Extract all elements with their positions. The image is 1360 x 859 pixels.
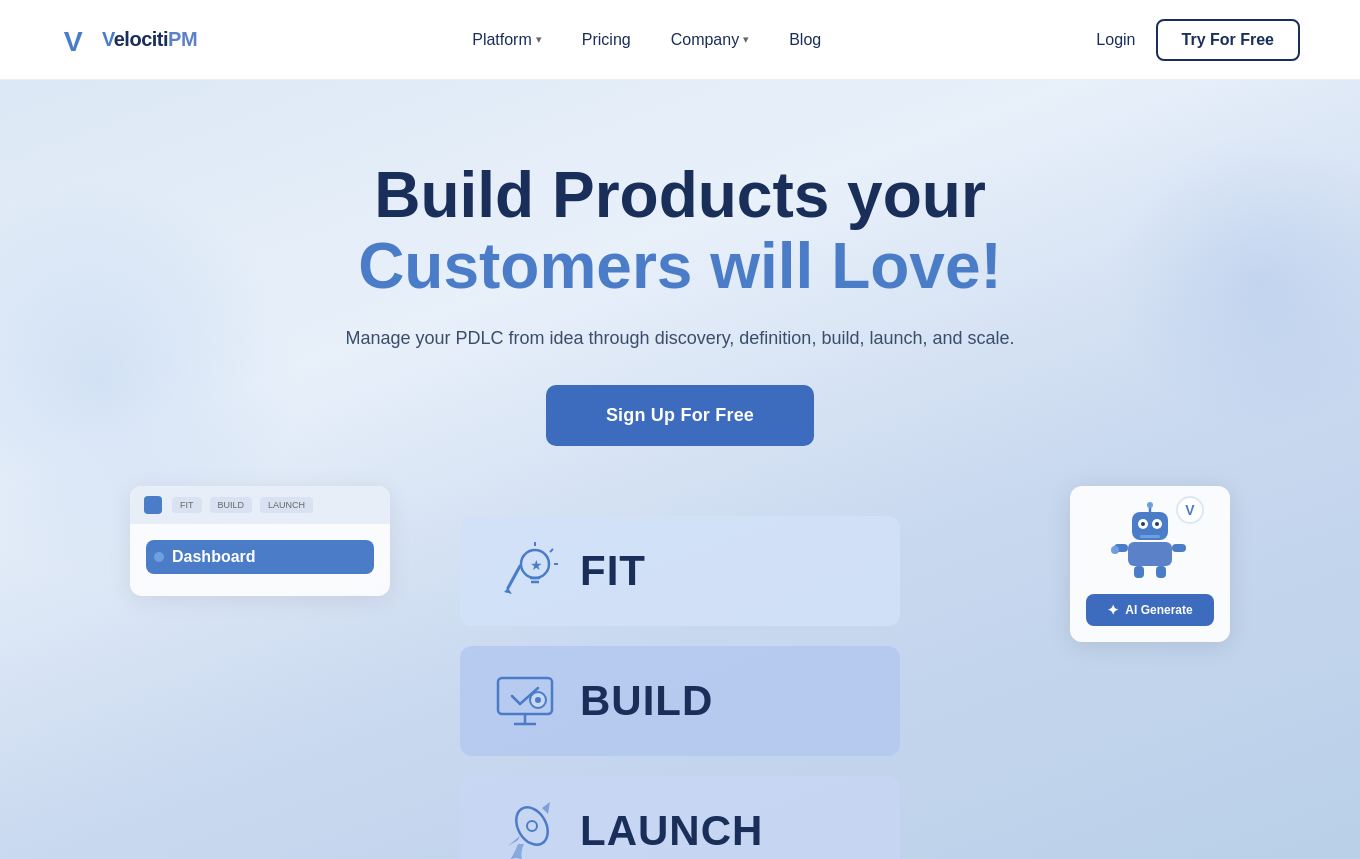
- svg-rect-29: [1134, 566, 1144, 578]
- nav-platform-label: Platform: [472, 31, 532, 49]
- ai-generate-button[interactable]: ✦ AI Generate: [1086, 594, 1214, 626]
- ai-generate-label: AI Generate: [1125, 603, 1192, 617]
- feature-card-build: BUILD: [460, 646, 900, 756]
- nav-company-label: Company: [671, 31, 739, 49]
- dashboard-menu-item: Dashboard: [146, 540, 374, 574]
- feature-card-fit: ★ FIT: [460, 516, 900, 626]
- nav-actions: Login Try For Free: [1096, 19, 1300, 61]
- hero-section: Build Products your Customers will Love!…: [0, 80, 1360, 859]
- rocket-icon: [490, 796, 560, 859]
- svg-rect-30: [1156, 566, 1166, 578]
- navigation: V VelocitiPM Platform ▾ Pricing Company …: [0, 0, 1360, 80]
- svg-point-21: [1155, 522, 1159, 526]
- nav-item-blog[interactable]: Blog: [789, 31, 821, 49]
- dash-tabs: FIT BUILD LAUNCH: [172, 497, 313, 513]
- dash-tab-fit: FIT: [172, 497, 202, 513]
- gear-monitor-icon: [490, 666, 560, 736]
- feature-launch-label: LAUNCH: [580, 807, 763, 855]
- dashboard-card-header: FIT BUILD LAUNCH: [130, 486, 390, 524]
- svg-text:★: ★: [530, 557, 543, 573]
- dashboard-card: FIT BUILD LAUNCH Dashboard: [130, 486, 390, 596]
- svg-text:V: V: [64, 25, 83, 57]
- dashboard-card-body: Dashboard: [130, 524, 390, 596]
- lightbulb-icon: ★: [490, 536, 560, 606]
- ai-v-badge: V: [1176, 496, 1204, 524]
- svg-marker-2: [504, 588, 512, 594]
- nav-item-platform[interactable]: Platform ▾: [472, 31, 542, 49]
- nav-pricing-label: Pricing: [582, 31, 631, 49]
- chevron-down-icon: ▾: [536, 33, 542, 46]
- dash-menu-dot: [154, 552, 164, 562]
- ai-icon-wrapper: V: [1086, 502, 1214, 582]
- svg-rect-27: [1172, 544, 1186, 552]
- svg-line-8: [550, 549, 553, 552]
- logo[interactable]: V VelocitiPM: [60, 21, 197, 59]
- svg-point-12: [535, 697, 541, 703]
- center-feature-cards: ★ FIT: [450, 516, 910, 859]
- try-for-free-button[interactable]: Try For Free: [1156, 19, 1300, 61]
- svg-point-28: [1111, 546, 1119, 554]
- svg-rect-25: [1128, 542, 1172, 566]
- nav-blog-label: Blog: [789, 31, 821, 49]
- chevron-down-icon: ▾: [743, 33, 749, 46]
- nav-links: Platform ▾ Pricing Company ▾ Blog: [472, 31, 821, 49]
- svg-line-1: [508, 566, 520, 588]
- nav-item-pricing[interactable]: Pricing: [582, 31, 631, 49]
- dashboard-label: Dashboard: [172, 548, 256, 566]
- hero-text: Build Products your Customers will Love!…: [345, 160, 1014, 446]
- feature-card-launch: LAUNCH: [460, 776, 900, 859]
- svg-point-20: [1141, 522, 1145, 526]
- logo-text: VelocitiPM: [102, 28, 197, 51]
- svg-point-16: [527, 821, 537, 831]
- svg-rect-24: [1140, 535, 1160, 538]
- dash-tab-build: BUILD: [210, 497, 253, 513]
- hero-title-line2: Customers will Love!: [345, 230, 1014, 304]
- hero-subtitle: Manage your PDLC from idea through disco…: [345, 328, 1014, 349]
- hero-visuals: FIT BUILD LAUNCH Dashboard: [0, 486, 1360, 859]
- login-link[interactable]: Login: [1096, 31, 1135, 49]
- signup-button[interactable]: Sign Up For Free: [546, 385, 814, 446]
- feature-build-label: BUILD: [580, 677, 713, 725]
- sparkle-icon: ✦: [1107, 602, 1119, 618]
- feature-fit-label: FIT: [580, 547, 646, 595]
- nav-item-company[interactable]: Company ▾: [671, 31, 749, 49]
- svg-point-23: [1147, 502, 1153, 508]
- dash-tab-launch: LAUNCH: [260, 497, 313, 513]
- ai-card: V: [1070, 486, 1230, 642]
- dash-logo-icon: [144, 496, 162, 514]
- hero-title-line1: Build Products your: [345, 160, 1014, 230]
